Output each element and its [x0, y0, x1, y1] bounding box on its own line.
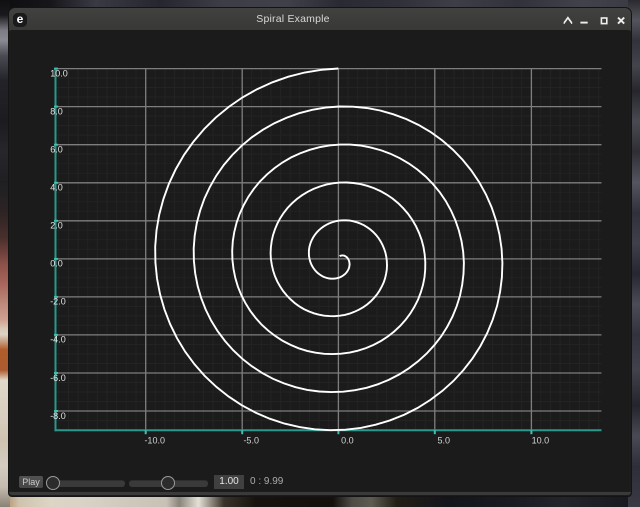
svg-text:-8.0: -8.0 — [50, 411, 66, 421]
svg-text:10.0: 10.0 — [532, 435, 550, 445]
svg-text:-5.0: -5.0 — [243, 435, 259, 445]
svg-text:4.0: 4.0 — [50, 183, 63, 193]
svg-text:-4.0: -4.0 — [50, 335, 66, 345]
svg-text:0.0: 0.0 — [341, 435, 354, 445]
svg-text:-6.0: -6.0 — [50, 373, 66, 383]
svg-text:-10.0: -10.0 — [144, 435, 165, 445]
svg-text:6.0: 6.0 — [50, 145, 63, 155]
svg-text:-2.0: -2.0 — [50, 297, 66, 307]
svg-text:5.0: 5.0 — [438, 435, 451, 445]
svg-text:8.0: 8.0 — [50, 106, 63, 116]
svg-text:2.0: 2.0 — [50, 221, 63, 231]
svg-text:10.0: 10.0 — [50, 68, 68, 78]
svg-text:0.0: 0.0 — [50, 259, 63, 269]
